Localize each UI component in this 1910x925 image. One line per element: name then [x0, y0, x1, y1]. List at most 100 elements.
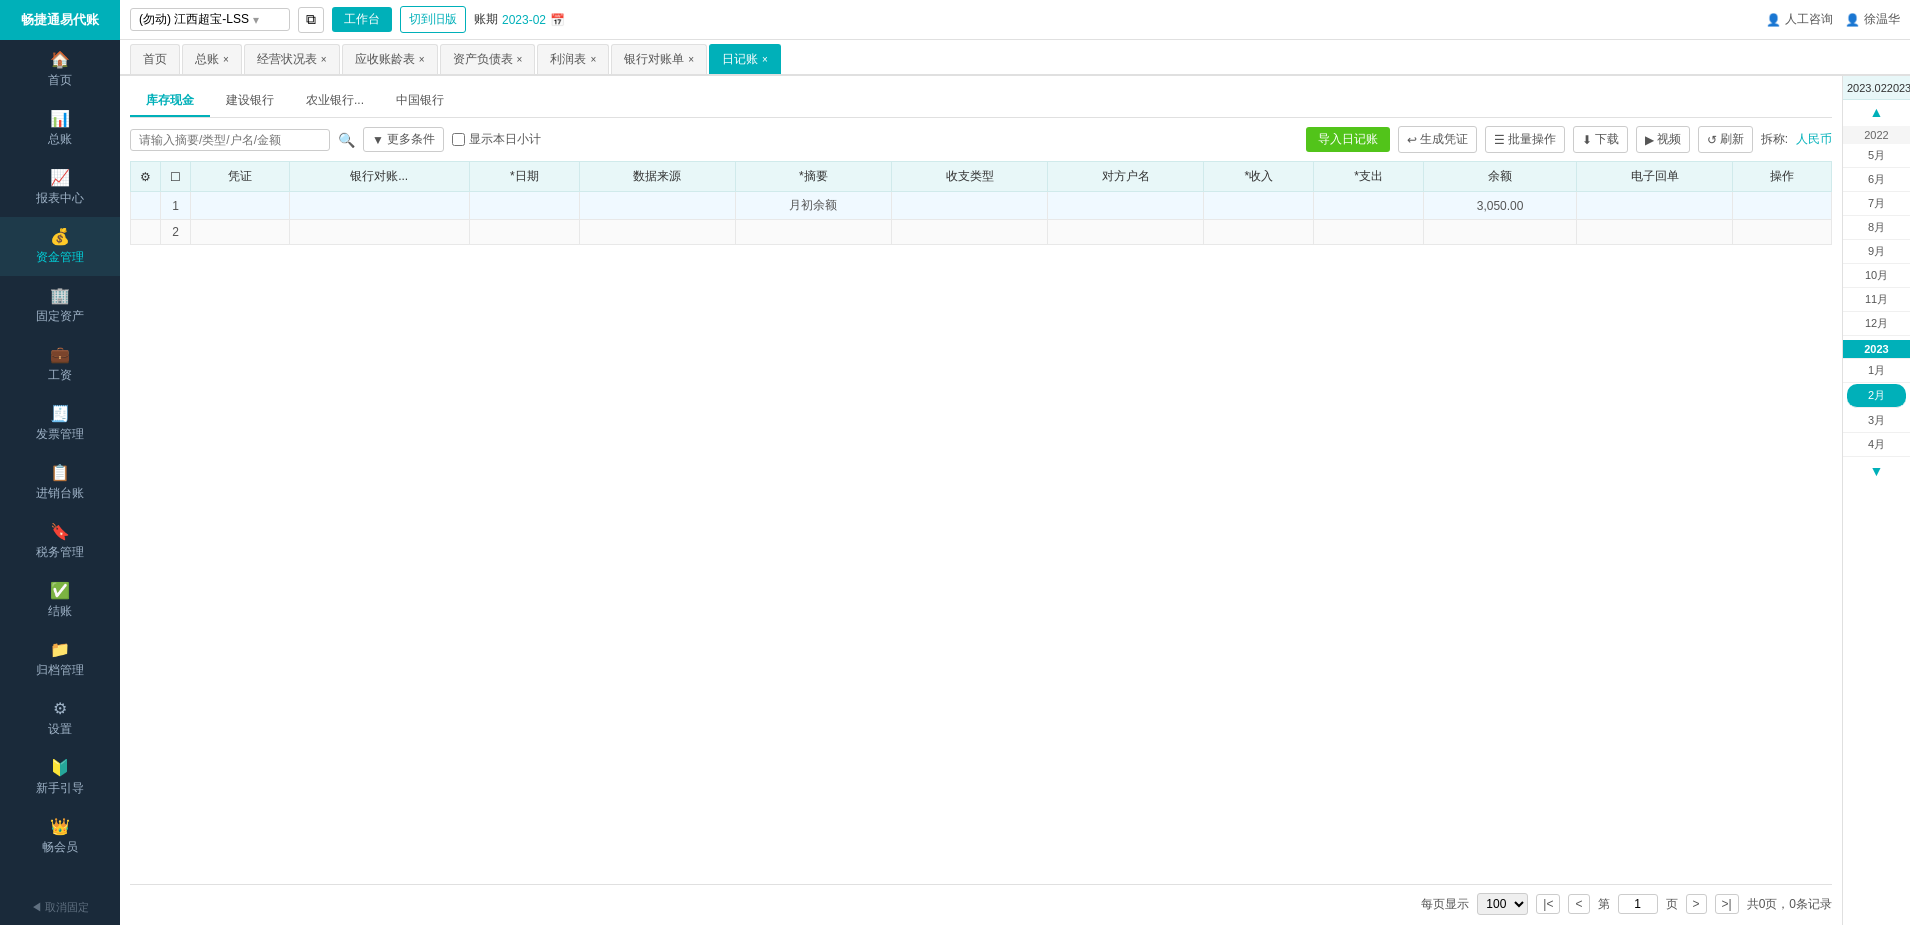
assets-icon: 🏢	[50, 286, 70, 305]
close-tab-ledger[interactable]: ×	[223, 54, 229, 65]
sidebar-item-label: 进销台账	[36, 485, 84, 502]
video-icon: ▶	[1645, 133, 1654, 147]
close-tab-profit[interactable]: ×	[590, 54, 596, 65]
month-2023-2[interactable]: 2月	[1847, 384, 1906, 408]
col-balance: 余额	[1424, 162, 1577, 192]
sidebar-item-member[interactable]: 👑 畅会员	[0, 807, 120, 866]
subtab-ccb[interactable]: 建设银行	[210, 86, 290, 117]
prev-page-button[interactable]: <	[1568, 894, 1589, 914]
header-right: 👤 人工咨询 👤 徐温华	[1766, 11, 1900, 28]
month-2022-10[interactable]: 10月	[1843, 264, 1910, 288]
tab-journal[interactable]: 日记账 ×	[709, 44, 781, 74]
sidebar-item-label: 首页	[48, 72, 72, 89]
sidebar-item-assets[interactable]: 🏢 固定资产	[0, 276, 120, 335]
tab-ar-aging[interactable]: 应收账龄表 ×	[342, 44, 438, 74]
sidebar-item-archive[interactable]: 📁 归档管理	[0, 630, 120, 689]
download-button[interactable]: ⬇ 下载	[1573, 126, 1628, 153]
content-main: 库存现金 建设银行 农业银行... 中国银行 🔍 ▼ 更多条件 显示本日小计	[120, 76, 1842, 925]
last-page-button[interactable]: >|	[1715, 894, 1739, 914]
sidebar-item-funds[interactable]: 💰 资金管理	[0, 217, 120, 276]
row-e-receipt-cell	[1577, 220, 1733, 245]
app-logo: 畅捷通易代账	[0, 0, 120, 40]
subtab-boc[interactable]: 中国银行	[380, 86, 460, 117]
month-2022-12[interactable]: 12月	[1843, 312, 1910, 336]
daily-subtotal-checkbox[interactable]	[452, 133, 465, 146]
close-tab-ar[interactable]: ×	[419, 54, 425, 65]
sidebar-item-label: 固定资产	[36, 308, 84, 325]
sidebar-item-guide[interactable]: 🔰 新手引导	[0, 748, 120, 807]
page-number-input[interactable]	[1618, 894, 1658, 914]
tab-bank-reconcile[interactable]: 银行对账单 ×	[611, 44, 707, 74]
col-settings[interactable]: ⚙	[131, 162, 161, 192]
month-2022-6[interactable]: 6月	[1843, 168, 1910, 192]
page-label: 第	[1598, 896, 1610, 913]
close-tab-business[interactable]: ×	[321, 54, 327, 65]
month-2022-8[interactable]: 8月	[1843, 216, 1910, 240]
switch-version-button[interactable]: 切到旧版	[400, 6, 466, 33]
tab-home[interactable]: 首页	[130, 44, 180, 74]
content-area: 库存现金 建设银行 农业银行... 中国银行 🔍 ▼ 更多条件 显示本日小计	[120, 76, 1910, 925]
page-size-select[interactable]: 100 50 200	[1477, 893, 1528, 915]
batch-icon: ☰	[1494, 133, 1505, 147]
sidebar-item-ledger[interactable]: 📊 总账	[0, 99, 120, 158]
filter-button[interactable]: ▼ 更多条件	[363, 127, 444, 152]
search-input[interactable]	[130, 129, 330, 151]
month-2022-9[interactable]: 9月	[1843, 240, 1910, 264]
invoice-icon: 🧾	[50, 404, 70, 423]
month-2022-7[interactable]: 7月	[1843, 192, 1910, 216]
workbench-button[interactable]: 工作台	[332, 7, 392, 32]
sidebar-item-label: 总账	[48, 131, 72, 148]
month-2022-11[interactable]: 11月	[1843, 288, 1910, 312]
show-daily-checkbox[interactable]: 显示本日小计	[452, 131, 541, 148]
gen-voucher-button[interactable]: ↩ 生成凭证	[1398, 126, 1477, 153]
currency-value[interactable]: 人民币	[1796, 131, 1832, 148]
month-2022-5[interactable]: 5月	[1843, 144, 1910, 168]
tab-profit[interactable]: 利润表 ×	[537, 44, 609, 74]
close-tab-balance[interactable]: ×	[517, 54, 523, 65]
sidebar-item-settings[interactable]: ⚙ 设置	[0, 689, 120, 748]
company-selector[interactable]: (勿动) 江西超宝-LSS ▾	[130, 8, 290, 31]
sidebar-item-label: 税务管理	[36, 544, 84, 561]
calendar-icon[interactable]: 📅	[550, 13, 565, 27]
import-journal-button[interactable]: 导入日记账	[1306, 127, 1390, 152]
copy-button[interactable]: ⧉	[298, 7, 324, 33]
tab-ledger[interactable]: 总账 ×	[182, 44, 242, 74]
year-2022-label: 2022	[1843, 126, 1910, 144]
video-button[interactable]: ▶ 视频	[1636, 126, 1690, 153]
human-service[interactable]: 👤 人工咨询	[1766, 11, 1833, 28]
col-checkbox[interactable]: ☐	[161, 162, 191, 192]
sidebar-pin-toggle[interactable]: ◀ 取消固定	[0, 890, 120, 925]
close-period-icon: ✅	[50, 581, 70, 600]
row-summary-cell: 月初余额	[735, 192, 891, 220]
sidebar-item-close[interactable]: ✅ 结账	[0, 571, 120, 630]
user-profile[interactable]: 👤 徐温华	[1845, 11, 1900, 28]
search-button[interactable]: 🔍	[338, 132, 355, 148]
first-page-button[interactable]: |<	[1536, 894, 1560, 914]
sidebar-item-payroll[interactable]: 💼 工资	[0, 335, 120, 394]
sidebar-item-invoice[interactable]: 🧾 发票管理	[0, 394, 120, 453]
subtab-cash[interactable]: 库存现金	[130, 86, 210, 117]
refresh-icon: ↺	[1707, 133, 1717, 147]
month-2023-3[interactable]: 3月	[1843, 409, 1910, 433]
sidebar-item-home[interactable]: 🏠 首页	[0, 40, 120, 99]
tab-business-status[interactable]: 经营状况表 ×	[244, 44, 340, 74]
month-2023-1[interactable]: 1月	[1843, 359, 1910, 383]
sidebar-item-label: 归档管理	[36, 662, 84, 679]
col-income-type: 收支类型	[892, 162, 1048, 192]
sidebar-item-reports[interactable]: 📈 报表中心	[0, 158, 120, 217]
tab-balance-sheet[interactable]: 资产负债表 ×	[440, 44, 536, 74]
refresh-button[interactable]: ↺ 刷新	[1698, 126, 1753, 153]
sidebar-item-label: 发票管理	[36, 426, 84, 443]
subtab-abc[interactable]: 农业银行...	[290, 86, 380, 117]
sidebar-item-tax[interactable]: 🔖 税务管理	[0, 512, 120, 571]
col-counterpart: 对方户名	[1048, 162, 1204, 192]
close-tab-journal[interactable]: ×	[762, 54, 768, 65]
prev-year-button[interactable]: ▲	[1843, 100, 1910, 124]
month-2023-4[interactable]: 4月	[1843, 433, 1910, 457]
batch-op-button[interactable]: ☰ 批量操作	[1485, 126, 1565, 153]
sidebar-item-sales[interactable]: 📋 进销台账	[0, 453, 120, 512]
gen-voucher-icon: ↩	[1407, 133, 1417, 147]
next-year-button[interactable]: ▼	[1843, 459, 1910, 483]
next-page-button[interactable]: >	[1686, 894, 1707, 914]
close-tab-bank[interactable]: ×	[688, 54, 694, 65]
